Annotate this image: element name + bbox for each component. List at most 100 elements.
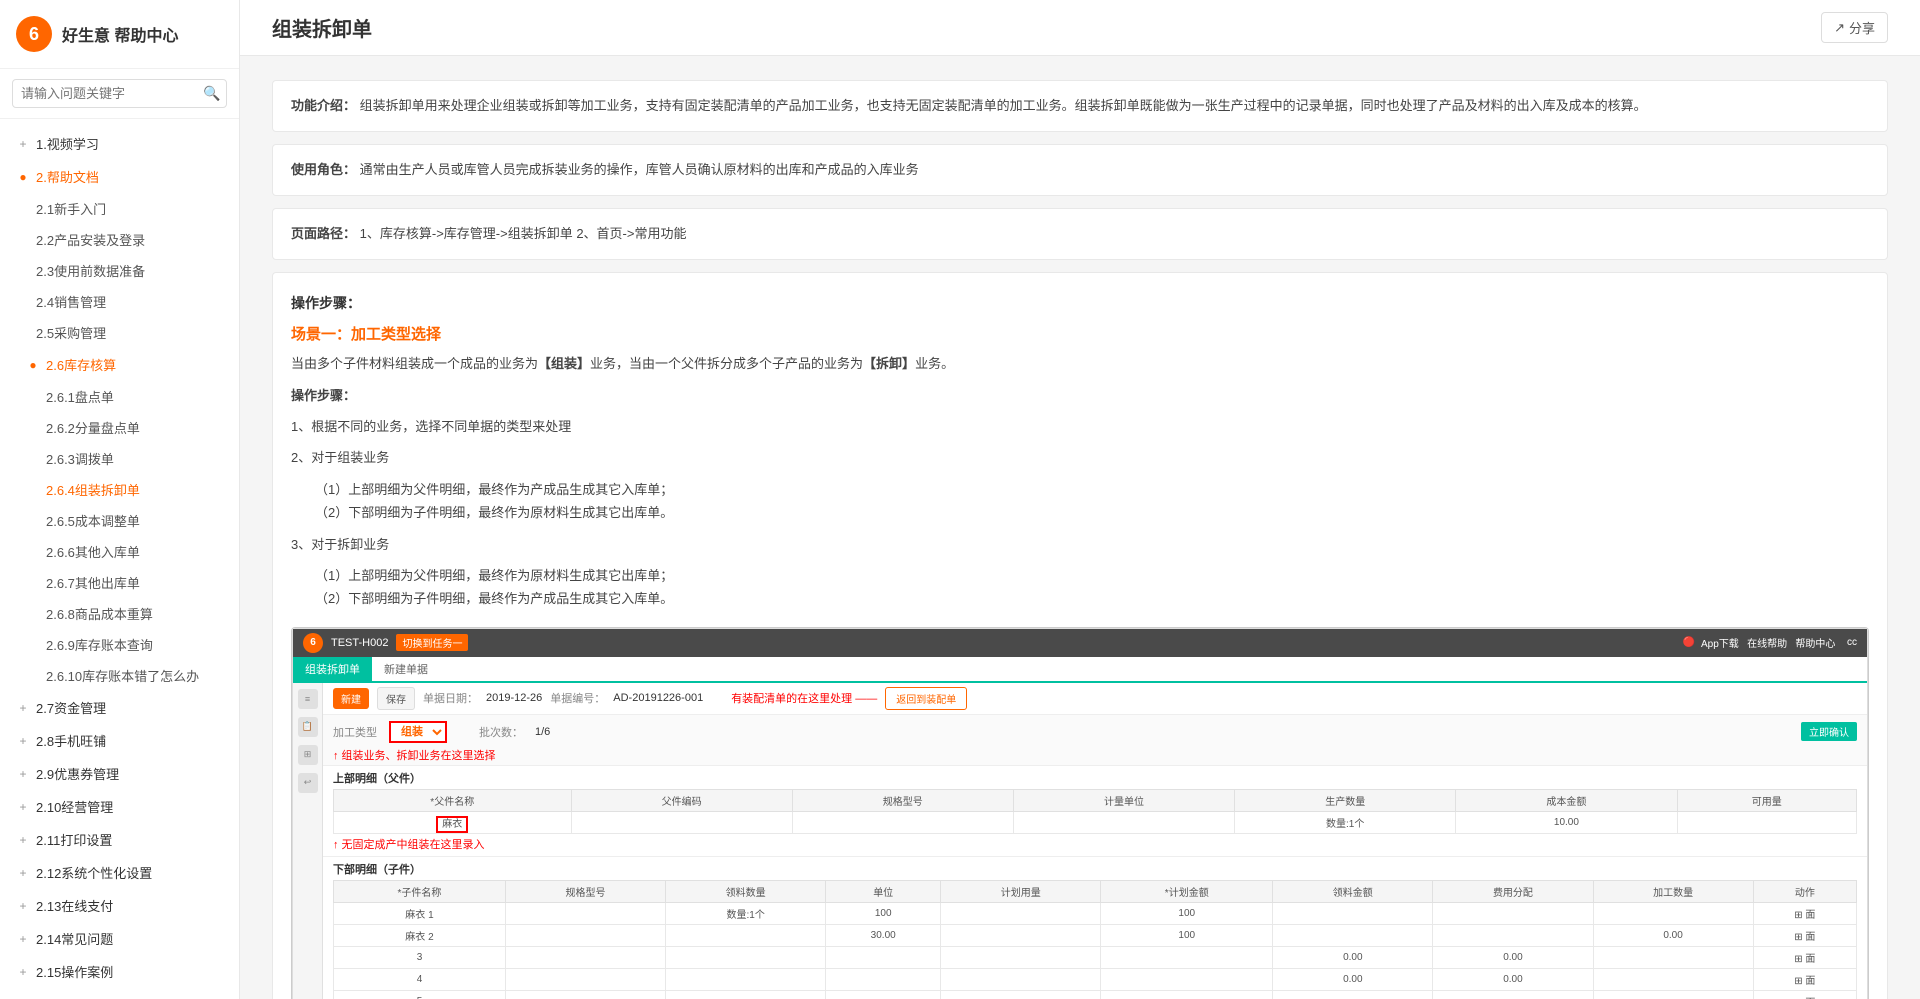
sidebar-item-help[interactable]: ● 2.帮助文档	[0, 160, 239, 193]
plus-icon3: +	[16, 734, 30, 748]
step2-1: （1）上部明细为父件明细，最终作为产成品生成其它入库单；	[315, 478, 1869, 501]
path-label: 页面路径：	[291, 226, 356, 241]
sidebar-item-print[interactable]: + 2.11打印设置	[0, 823, 239, 856]
plus-icon4: +	[16, 767, 30, 781]
plus-icon5: +	[16, 800, 30, 814]
sidebar-item-stockquery[interactable]: 2.6.9库存账本查询	[0, 629, 239, 660]
fake-lower-cell3: 数量:1个	[666, 902, 826, 924]
fake-nav-home: 🔴	[1683, 637, 1695, 648]
fake-date-label: 单据日期：	[423, 690, 478, 706]
fake-type-annotation: ↑ 组装业务、拆卸业务在这里选择	[333, 747, 1857, 763]
sidebar-item-inventory[interactable]: ● 2.6库存核算	[0, 348, 239, 381]
plus-icon10: +	[16, 965, 30, 979]
fake-lower3-cell10: ⊞ 面	[1753, 946, 1856, 968]
fake-lower-table: *子件名称 规格型号 领料数量 单位 计划用量 *计划金额 领料金额 费用分配	[333, 880, 1857, 999]
share-button[interactable]: ↗ 分享	[1821, 12, 1888, 43]
sidebar-item-payment[interactable]: + 2.13在线支付	[0, 889, 239, 922]
sidebar-item-label: 2.14常见问题	[36, 929, 113, 948]
fake-tab-new: 新建单据	[372, 657, 440, 681]
fake-lower2-cell8	[1433, 924, 1593, 946]
fake-app-main: 新建 保存 单据日期： 2019-12-26 单据编号： AD-20191226…	[323, 683, 1867, 999]
fake-lower2-cell4: 30.00	[826, 924, 941, 946]
path-block: 页面路径： 1、库存核算->库存管理->组装拆卸单 2、首页->常用功能	[272, 208, 1888, 260]
sidebar-item-ops[interactable]: + 2.10经营管理	[0, 790, 239, 823]
sidebar-item-new[interactable]: 2.1新手入门	[0, 193, 239, 224]
fake-annotation1: 有装配清单的在这里处理 ——	[731, 690, 877, 706]
fake-type-select[interactable]: 组装 拆卸	[389, 721, 447, 743]
sidebar-item-stocktake[interactable]: 2.6.1盘点单	[0, 381, 239, 412]
plus-icon: +	[16, 137, 30, 151]
sidebar-item-finance[interactable]: + 2.7资金管理	[0, 691, 239, 724]
fake-upper-tbody: 麻衣 数量:1个 10.00	[334, 811, 1857, 833]
fake-tabs: 组装拆卸单 新建单据	[293, 657, 1867, 683]
sidebar-item-label: 2.12系统个性化设置	[36, 863, 152, 882]
steps-label: 操作步骤：	[291, 293, 1869, 313]
scene1-title: 场景一：加工类型选择	[291, 323, 1869, 344]
sidebar-item-label: 2.帮助文档	[36, 167, 99, 186]
step1: 1、根据不同的业务，选择不同单据的类型来处理	[291, 415, 1869, 438]
sidebar-item-otherout[interactable]: 2.6.7其他出库单	[0, 567, 239, 598]
table-row: 3 0.00 0.00	[334, 946, 1857, 968]
table-row: 5 ⊞ 面	[334, 990, 1857, 999]
fake-nav-user: cc	[1847, 637, 1857, 648]
fake-toolbar: 新建 保存 单据日期： 2019-12-26 单据编号： AD-20191226…	[323, 683, 1867, 715]
fake-lower3-cell6	[1101, 946, 1273, 968]
share-icon: ↗	[1834, 20, 1845, 36]
sidebar-item-costadj[interactable]: 2.6.5成本调整单	[0, 505, 239, 536]
fake-lower2-cell3	[666, 924, 826, 946]
search-input[interactable]	[21, 86, 197, 101]
sidebar-item-mobile[interactable]: + 2.8手机旺铺	[0, 724, 239, 757]
fake-sidebar-icon2: 📋	[298, 717, 318, 737]
sidebar-item-accounterr[interactable]: 2.6.10库存账本错了怎么办	[0, 660, 239, 691]
fake-nav-items: App下载 在线帮助 帮助中心	[1701, 635, 1841, 650]
fake-qty-label: 批次数：	[479, 724, 523, 740]
fake-col-spec: 规格型号	[792, 789, 1013, 811]
table-row: 麻衣 数量:1个 10.00	[334, 811, 1857, 833]
fake-lower-label: 下部明细（子件）	[333, 861, 1857, 877]
sidebar-item-install[interactable]: 2.2产品安装及登录	[0, 224, 239, 255]
sidebar-item-video[interactable]: + 1.视频学习	[0, 127, 239, 160]
fake-col-avail: 可用量	[1677, 789, 1856, 811]
fake-type-area: 加工类型 组装 拆卸 批次数： 1/6 立即确认	[333, 721, 1857, 743]
fake-lower3-cell1: 3	[334, 946, 506, 968]
fake-col-plan-amt: *计划金额	[1101, 880, 1273, 902]
fake-process-btn[interactable]: 返回到装配单	[885, 687, 967, 710]
sidebar-item-adjust[interactable]: 2.6.3调拨单	[0, 443, 239, 474]
sidebar-item-assembly[interactable]: 2.6.4组装拆卸单	[0, 474, 239, 505]
sidebar-item-goodscost[interactable]: 2.6.8商品成本重算	[0, 598, 239, 629]
path-text: 1、库存核算->库存管理->组装拆卸单 2、首页->常用功能	[360, 226, 687, 241]
fake-cell-parent-name: 麻衣	[334, 811, 572, 833]
fake-lower3-cell8: 0.00	[1433, 946, 1593, 968]
nav-tree: + 1.视频学习 ● 2.帮助文档 2.1新手入门 2.2产品安装及登录 2.3…	[0, 119, 239, 999]
fake-sidebar-icon4: ↩	[298, 773, 318, 793]
sidebar-item-partialtake[interactable]: 2.6.2分量盘点单	[0, 412, 239, 443]
fake-lower2-cell2	[505, 924, 665, 946]
sidebar-item-otherin[interactable]: 2.6.6其他入库单	[0, 536, 239, 567]
plus-icon2: +	[16, 701, 30, 715]
page-title: 组装拆卸单	[272, 13, 372, 42]
sidebar-item-coupon[interactable]: + 2.9优惠券管理	[0, 757, 239, 790]
sidebar-item-prepare[interactable]: 2.3使用前数据准备	[0, 255, 239, 286]
fake-col-unit: 计量单位	[1013, 789, 1234, 811]
sidebar-item-faq[interactable]: + 2.14常见问题	[0, 922, 239, 955]
sidebar-item-personalize[interactable]: + 2.12系统个性化设置	[0, 856, 239, 889]
fake-col-alloc: 费用分配	[1433, 880, 1593, 902]
fake-new-btn[interactable]: 新建	[333, 688, 369, 709]
search-icon[interactable]: 🔍	[203, 85, 220, 102]
fake-bill-label: 单据编号：	[550, 690, 605, 706]
fake-cell-avail	[1677, 811, 1856, 833]
fake-save-btn[interactable]: 保存	[377, 687, 415, 710]
search-box: 🔍	[12, 79, 227, 108]
fake-app-header: 6 TEST-H002 切换到任务一 🔴 App下载 在线帮助 帮助中心 cc	[293, 629, 1867, 657]
sidebar-item-cases[interactable]: + 2.15操作案例	[0, 955, 239, 988]
sidebar-item-label: 2.10经营管理	[36, 797, 113, 816]
fake-confirm-btn[interactable]: 立即确认	[1801, 722, 1857, 741]
page-title-area: 组装拆卸单	[272, 13, 372, 42]
sidebar-item-sales[interactable]: 2.4销售管理	[0, 286, 239, 317]
sidebar-item-label: 2.8手机旺铺	[36, 731, 106, 750]
fake-lower-cell4: 100	[826, 902, 941, 924]
fake-lower-cell7	[1273, 902, 1433, 924]
sidebar-item-purchase[interactable]: 2.5采购管理	[0, 317, 239, 348]
fake-tab-active: 组装拆卸单	[293, 657, 372, 681]
fake-lower5-cell10: ⊞ 面	[1753, 990, 1856, 999]
